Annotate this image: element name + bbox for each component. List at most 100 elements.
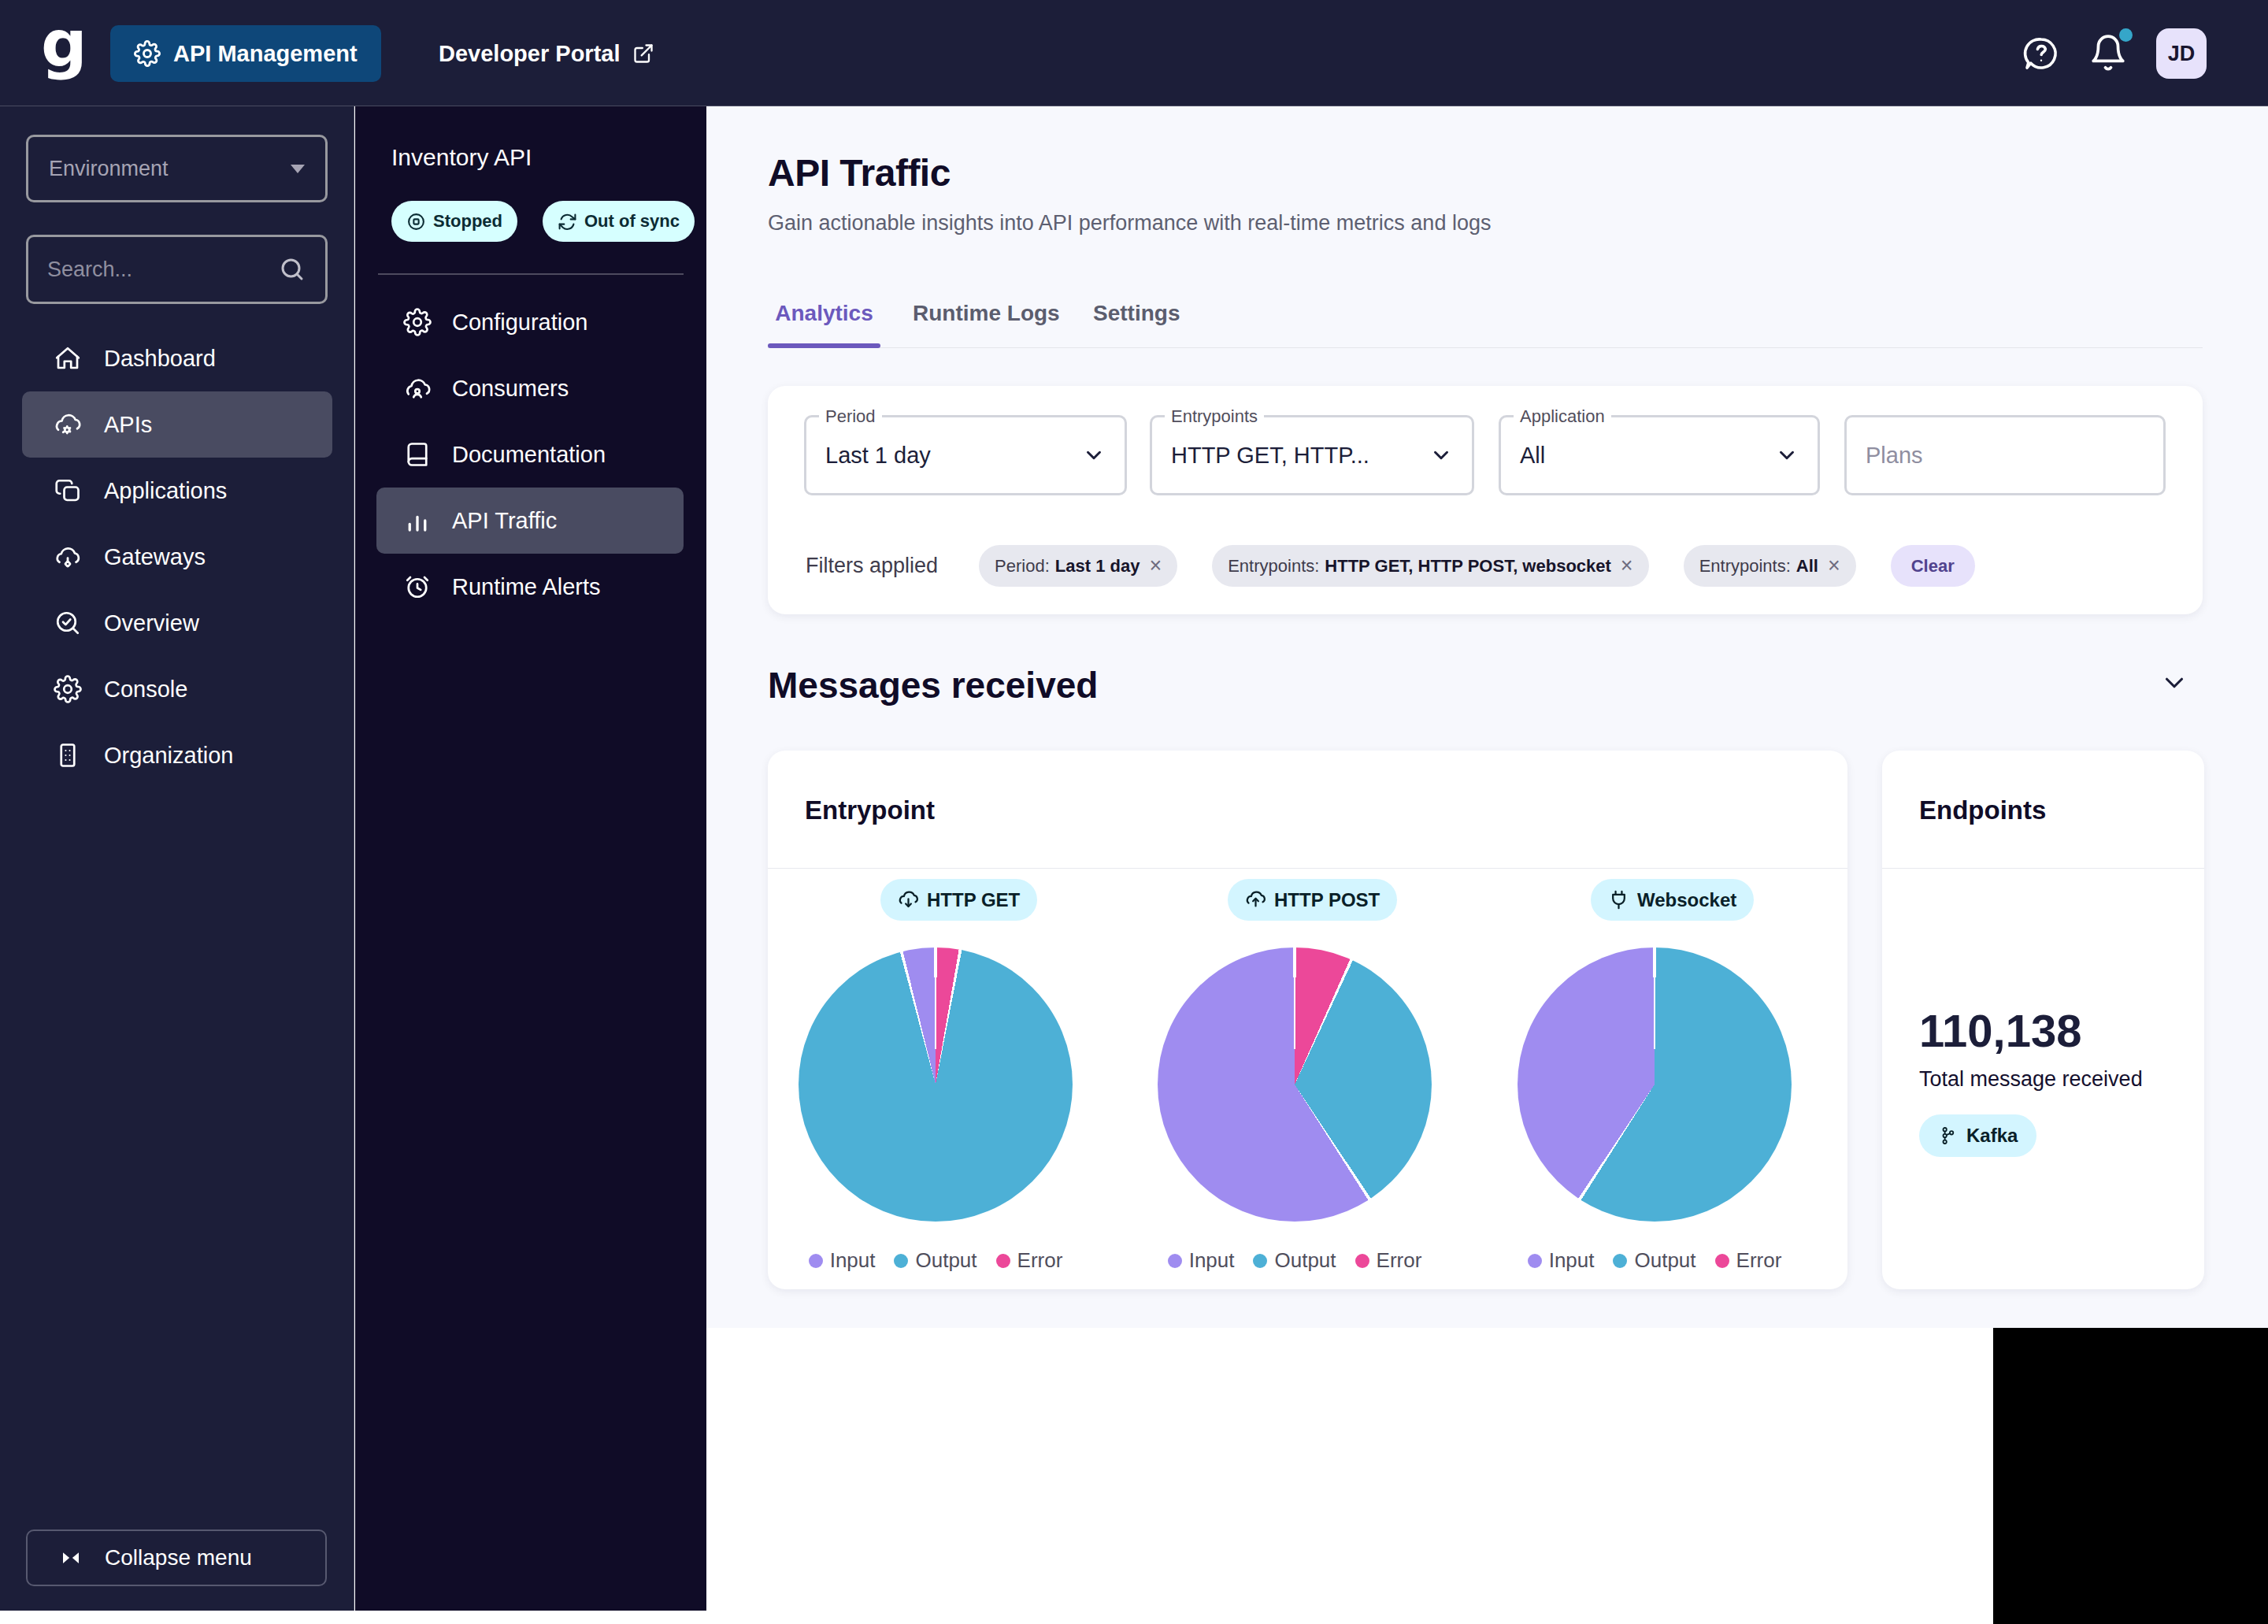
topbar: g API Management Developer Portal JD [0, 0, 2268, 106]
api-management-label: API Management [173, 41, 358, 67]
messages-received-heading: Messages received [768, 664, 1098, 706]
search-icon [278, 255, 306, 284]
caret-down-icon [291, 165, 305, 173]
collapse-section-icon[interactable] [2159, 668, 2189, 698]
external-link-icon [632, 43, 654, 65]
collapse-icon [59, 1546, 83, 1570]
api-menu-api-traffic[interactable]: API Traffic [376, 488, 684, 554]
legend-dot-input [1528, 1254, 1542, 1268]
entrypoints-select[interactable]: Entrypoints HTTP GET, HTTP... [1150, 415, 1474, 495]
endpoints-card-title: Endpoints [1919, 795, 2046, 825]
legend-dot-output [894, 1254, 908, 1268]
legend-http-get: Input Output Error [799, 1248, 1073, 1273]
legend-dot-error [996, 1254, 1010, 1268]
total-messages-label: Total message received [1919, 1067, 2143, 1092]
collapse-menu-button[interactable]: Collapse menu [26, 1529, 327, 1586]
legend-dot-error [1355, 1254, 1369, 1268]
remove-filter-icon[interactable]: × [1149, 555, 1162, 577]
entrypoint-card: Entrypoint HTTP GET HTTP POST Websocket … [768, 751, 1847, 1289]
clear-filters-button[interactable]: Clear [1891, 545, 1975, 587]
remove-filter-icon[interactable]: × [1621, 555, 1633, 577]
tab-settings[interactable]: Settings [1093, 301, 1180, 326]
sidebar-item-gateways[interactable]: Gateways [22, 524, 332, 590]
sidebar-item-organization[interactable]: Organization [22, 722, 332, 788]
total-messages-value: 110,138 [1919, 1004, 2081, 1057]
pie-chart-http-post [1158, 947, 1432, 1222]
plans-input[interactable]: Plans [1844, 415, 2166, 495]
tab-active-indicator [768, 343, 880, 348]
tab-runtime-logs[interactable]: Runtime Logs [913, 301, 1060, 326]
http-get-badge: HTTP GET [880, 879, 1037, 921]
api-name: Inventory API [391, 144, 532, 171]
book-icon [403, 440, 432, 469]
filter-chip-period[interactable]: Period:Last 1 day× [979, 545, 1177, 587]
divider [378, 273, 684, 275]
tabs-divider [768, 347, 2203, 348]
api-menu-consumers[interactable]: Consumers [376, 355, 684, 421]
gravitee-logo[interactable]: g [41, 6, 87, 81]
bar-chart-icon [403, 506, 432, 535]
building-icon [54, 741, 82, 769]
api-menu-runtime-alerts[interactable]: Runtime Alerts [376, 554, 684, 620]
entrypoint-card-title: Entrypoint [805, 795, 935, 825]
search-input[interactable]: Search... [26, 235, 328, 304]
pie-chart-websocket [1518, 947, 1792, 1222]
main-sidebar: Environment Search... Dashboard APIs App… [0, 106, 354, 1611]
endpoints-card: Endpoints 110,138 Total message received… [1882, 751, 2204, 1289]
avatar[interactable]: JD [2156, 28, 2207, 79]
developer-portal-link[interactable]: Developer Portal [439, 25, 654, 82]
help-icon [2022, 35, 2060, 72]
application-select[interactable]: Application All [1499, 415, 1820, 495]
sidebar-item-applications[interactable]: Applications [22, 458, 332, 524]
divider [768, 868, 1847, 869]
chevron-down-icon [1775, 443, 1799, 467]
pie-chart-http-get [799, 947, 1073, 1222]
alarm-clock-icon [403, 573, 432, 601]
sidebar-item-overview[interactable]: Overview [22, 590, 332, 656]
api-management-button[interactable]: API Management [110, 25, 381, 82]
filters-card: Period Last 1 day Entrypoints HTTP GET, … [768, 386, 2203, 614]
legend-dot-output [1613, 1254, 1627, 1268]
filter-chip-entrypoints[interactable]: Entrypoints:HTTP GET, HTTP POST, websock… [1212, 545, 1648, 587]
notification-badge [2119, 28, 2133, 42]
page-title: API Traffic [768, 151, 951, 195]
home-icon [54, 344, 82, 373]
legend-dot-input [1168, 1254, 1182, 1268]
environment-select[interactable]: Environment [26, 135, 328, 202]
kafka-icon [1938, 1125, 1959, 1146]
api-sidebar: Inventory API Stopped Out of sync Config… [355, 106, 706, 1611]
websocket-badge: Websocket [1591, 879, 1754, 921]
legend-dot-output [1253, 1254, 1267, 1268]
help-button[interactable] [2022, 35, 2060, 72]
status-badge-stopped: Stopped [391, 201, 517, 242]
legend-dot-input [809, 1254, 823, 1268]
gear-icon [403, 308, 432, 336]
tab-analytics[interactable]: Analytics [768, 301, 880, 326]
developer-portal-label: Developer Portal [439, 41, 620, 67]
sidebar-item-dashboard[interactable]: Dashboard [22, 325, 332, 391]
kafka-badge: Kafka [1919, 1114, 2036, 1157]
api-menu-configuration[interactable]: Configuration [376, 289, 684, 355]
sidebar-item-console[interactable]: Console [22, 656, 332, 722]
api-menu-documentation[interactable]: Documentation [376, 421, 684, 488]
cloud-gear-icon [54, 410, 82, 439]
websocket-icon [1608, 889, 1629, 910]
cloud-download-icon [898, 889, 919, 910]
divider [1882, 868, 2204, 869]
environment-label: Environment [49, 157, 291, 181]
chevron-down-icon [1429, 443, 1453, 467]
filter-chip-entrypoints-all[interactable]: Entrypoints:All× [1684, 545, 1856, 587]
search-placeholder: Search... [47, 258, 278, 282]
video-overlay [1993, 1328, 2268, 1624]
cloud-upload-icon [1245, 889, 1266, 910]
cloud-node-icon [54, 543, 82, 571]
gear-icon [54, 675, 82, 703]
filters-applied-label: Filters applied [806, 554, 938, 578]
remove-filter-icon[interactable]: × [1828, 555, 1840, 577]
http-post-badge: HTTP POST [1228, 879, 1397, 921]
chevron-down-icon [1082, 443, 1106, 467]
period-select[interactable]: Period Last 1 day [804, 415, 1127, 495]
copy-icon [54, 476, 82, 505]
sidebar-item-apis[interactable]: APIs [22, 391, 332, 458]
gear-icon [134, 40, 161, 67]
